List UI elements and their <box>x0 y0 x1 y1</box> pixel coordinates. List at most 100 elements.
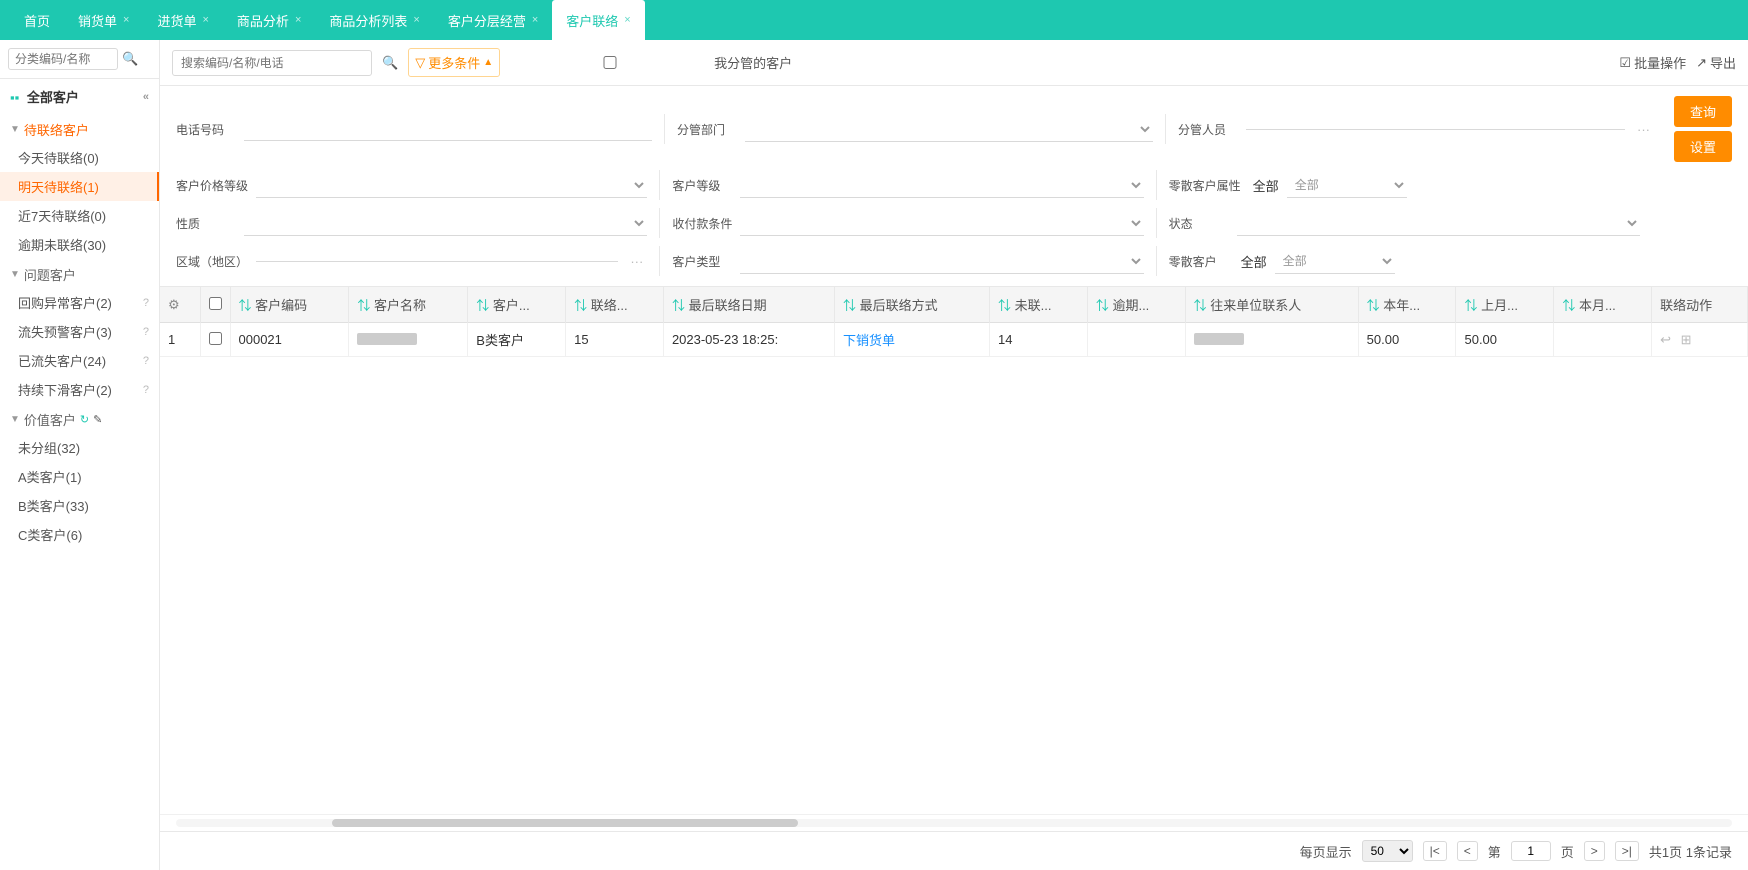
sort-icon-6[interactable]: ⇅ <box>843 298 856 313</box>
sort-icon[interactable]: ⇅ <box>239 298 252 313</box>
nav-product-analysis[interactable]: 商品分析 × <box>223 0 315 40</box>
batch-action-btn[interactable]: ☑ 批量操作 <box>1619 53 1686 72</box>
status-select[interactable] <box>1237 211 1640 236</box>
nav-product-analysis-list-close-icon[interactable]: × <box>413 14 419 26</box>
th-customer-name: ⇅ 客户名称 <box>349 287 468 323</box>
sidebar-item-today-contact[interactable]: 今天待联络(0) <box>0 143 159 172</box>
sidebar-item-churned[interactable]: 已流失客户(24) ? <box>0 346 159 375</box>
sidebar-item-tomorrow-contact[interactable]: 明天待联络(1) <box>0 172 159 201</box>
page-number-input[interactable] <box>1511 841 1551 861</box>
my-customers-checkbox-label[interactable]: 我分管的客户 <box>510 53 792 72</box>
adv-filter-panel: 电话号码 分管部门 分管人员 ··· 查询 <box>160 86 1748 287</box>
row-checkbox[interactable] <box>209 332 222 345</box>
customer-level-select[interactable] <box>740 173 1143 198</box>
help-icon-2[interactable]: ? <box>143 326 149 338</box>
sort-icon-11[interactable]: ⇅ <box>1464 298 1477 313</box>
sidebar-item-repurchase-abnormal[interactable]: 回购异常客户(2) ? <box>0 288 159 317</box>
action-icon-1[interactable]: ↩ <box>1660 332 1671 347</box>
th-last-month: ⇅ 上月... <box>1456 287 1554 323</box>
contact-method-link[interactable]: 下销货单 <box>843 333 895 348</box>
td-customer-type: B类客户 <box>468 323 566 357</box>
sort-icon-3[interactable]: ⇅ <box>476 298 489 313</box>
search-btn-icon[interactable]: 🔍 <box>382 55 398 71</box>
nav-purchase-order-close-icon[interactable]: × <box>202 14 208 26</box>
retail-customer-select[interactable]: 全部 <box>1275 249 1395 274</box>
sidebar-group-pending-contact[interactable]: ▼ 待联络客户 <box>0 114 159 143</box>
td-last-contact-method: 下销货单 <box>835 323 990 357</box>
my-customers-checkbox[interactable] <box>510 56 710 69</box>
sidebar-item-7days-contact[interactable]: 近7天待联络(0) <box>0 201 159 230</box>
page-size-select[interactable]: 50 20 100 <box>1362 840 1413 862</box>
sidebar-item-class-a[interactable]: A类客户(1) <box>0 462 159 491</box>
sort-icon-8[interactable]: ⇅ <box>1096 298 1109 313</box>
th-company-contact: ⇅ 往来单位联系人 <box>1185 287 1358 323</box>
td-customer-name <box>349 323 468 357</box>
price-level-select[interactable] <box>256 173 647 198</box>
select-all-checkbox[interactable] <box>209 297 222 310</box>
refresh-icon[interactable]: ↻ <box>80 413 89 426</box>
nav-product-analysis-close-icon[interactable]: × <box>295 14 301 26</box>
dept-select[interactable] <box>745 117 1153 142</box>
person-more-icon[interactable]: ··· <box>1633 122 1654 137</box>
sidebar-all-customers[interactable]: ▪▪ 全部客户 « <box>0 79 159 114</box>
retail-attr-select[interactable]: 全部 <box>1287 173 1407 198</box>
sidebar-item-churn-warning[interactable]: 流失预警客户(3) ? <box>0 317 159 346</box>
nav-customer-contact-close-icon[interactable]: × <box>624 14 630 26</box>
divider-2 <box>1165 114 1166 144</box>
sidebar-item-class-c[interactable]: C类客户(6) <box>0 520 159 549</box>
sidebar-item-ungrouped[interactable]: 未分组(32) <box>0 433 159 462</box>
nav-customer-tiered[interactable]: 客户分层经营 × <box>434 0 552 40</box>
nav-home[interactable]: 首页 <box>10 0 64 40</box>
td-last-month: 50.00 <box>1456 323 1554 357</box>
edit-icon[interactable]: ✎ <box>93 413 102 426</box>
table-container: ⚙ ⇅ 客户编码 ⇅ 客户名称 <box>160 287 1748 814</box>
prev-page-btn[interactable]: < <box>1457 841 1478 861</box>
nav-purchase-order[interactable]: 进货单 × <box>143 0 222 40</box>
scrollbar-thumb[interactable] <box>332 819 799 827</box>
help-icon-4[interactable]: ? <box>143 384 149 396</box>
nav-sales-order[interactable]: 销货单 × <box>64 0 143 40</box>
set-button[interactable]: 设置 <box>1674 131 1732 162</box>
sort-icon-2[interactable]: ⇅ <box>357 298 370 313</box>
sort-icon-5[interactable]: ⇅ <box>672 298 685 313</box>
nav-customer-contact[interactable]: 客户联络 × <box>552 0 644 40</box>
help-icon-1[interactable]: ? <box>143 297 149 309</box>
region-more-icon[interactable]: ··· <box>626 254 647 269</box>
nature-select[interactable] <box>244 211 647 236</box>
sidebar-item-declining[interactable]: 持续下滑客户(2) ? <box>0 375 159 404</box>
sort-icon-10[interactable]: ⇅ <box>1367 298 1380 313</box>
customer-type-select[interactable] <box>740 249 1143 274</box>
next-page-btn[interactable]: > <box>1584 841 1605 861</box>
scrollbar-track <box>176 819 1732 827</box>
arrow-icon-3: ▼ <box>10 414 20 425</box>
sidebar-item-class-b[interactable]: B类客户(33) <box>0 491 159 520</box>
gear-icon[interactable]: ⚙ <box>168 297 180 312</box>
sort-icon-4[interactable]: ⇅ <box>574 298 587 313</box>
payment-select[interactable] <box>740 211 1143 236</box>
help-icon-3[interactable]: ? <box>143 355 149 367</box>
search-input[interactable] <box>172 50 372 76</box>
nav-product-analysis-list[interactable]: 商品分析列表 × <box>315 0 433 40</box>
nav-customer-tiered-close-icon[interactable]: × <box>532 14 538 26</box>
divider-1 <box>664 114 665 144</box>
sidebar-search-input[interactable] <box>8 48 118 70</box>
filter-bar: 🔍 ▽ 更多条件 ▲ 我分管的客户 ☑ 批量操作 ↗ 导出 <box>160 40 1748 86</box>
sidebar-group-problem-customer[interactable]: ▼ 问题客户 <box>0 259 159 288</box>
last-page-btn[interactable]: >| <box>1615 841 1639 861</box>
first-page-btn[interactable]: |< <box>1423 841 1447 861</box>
arrow-icon-2: ▼ <box>10 269 20 280</box>
nav-sales-order-close-icon[interactable]: × <box>123 14 129 26</box>
sort-icon-7[interactable]: ⇅ <box>998 298 1011 313</box>
sidebar-collapse-icon[interactable]: « <box>143 91 149 103</box>
sort-icon-9[interactable]: ⇅ <box>1194 298 1207 313</box>
sidebar-item-overdue-contact[interactable]: 逾期未联络(30) <box>0 230 159 259</box>
sort-icon-12[interactable]: ⇅ <box>1562 298 1575 313</box>
bottom-bar: 每页显示 50 20 100 |< < 第 页 > >| 共1页 1条记录 <box>160 831 1748 870</box>
query-button[interactable]: 查询 <box>1674 96 1732 127</box>
sidebar-group-value-customer[interactable]: ▼ 价值客户 ↻ ✎ <box>0 404 159 433</box>
sidebar-search-icon[interactable]: 🔍 <box>122 51 138 67</box>
phone-input[interactable] <box>244 118 652 141</box>
export-btn[interactable]: ↗ 导出 <box>1696 53 1736 72</box>
action-icon-2[interactable]: ⊞ <box>1681 332 1692 347</box>
more-conditions-btn[interactable]: ▽ 更多条件 ▲ <box>408 48 500 77</box>
